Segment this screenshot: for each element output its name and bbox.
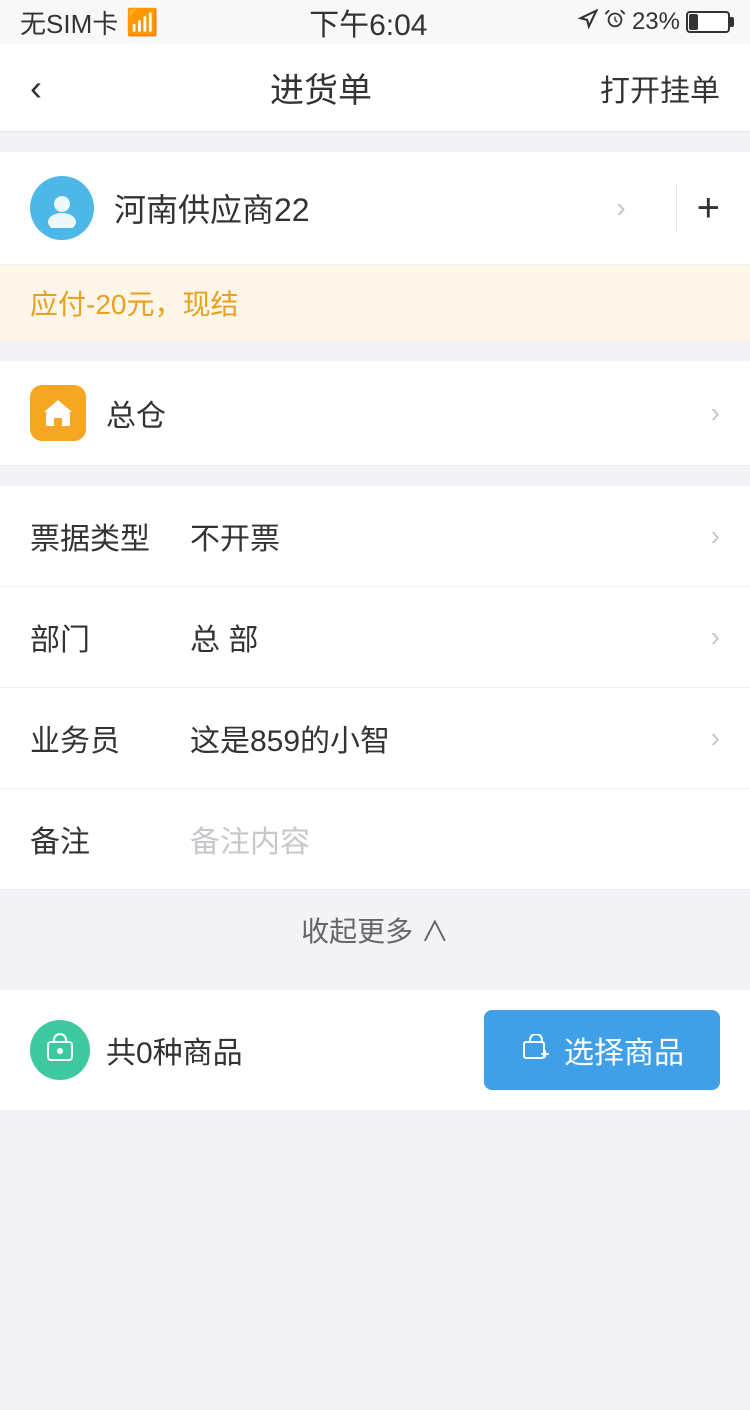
supplier-section: 河南供应商22 › + 应付-20元，现结 xyxy=(0,152,750,341)
select-product-label: 选择商品 xyxy=(564,1028,684,1072)
remark-row[interactable]: 备注 备注内容 xyxy=(0,789,750,890)
section-gap-3 xyxy=(0,466,750,486)
battery-percent: 23% xyxy=(632,8,680,36)
nav-bar: ‹ 进货单 打开挂单 xyxy=(0,44,750,132)
status-time: 下午6:04 xyxy=(309,0,427,44)
select-product-button[interactable]: 选择商品 xyxy=(484,1010,720,1090)
warehouse-icon xyxy=(30,385,86,441)
supplier-divider xyxy=(676,183,677,233)
department-row[interactable]: 部门 总 部 › xyxy=(0,587,750,688)
salesperson-chevron-icon: › xyxy=(711,722,720,754)
main-background xyxy=(0,1110,750,1410)
section-gap-1 xyxy=(0,132,750,152)
open-pending-button[interactable]: 打开挂单 xyxy=(600,66,720,110)
department-label: 部门 xyxy=(30,615,190,659)
warehouse-name: 总仓 xyxy=(106,391,701,435)
status-bar: 无SIM卡 📶 下午6:04 23% xyxy=(0,0,750,44)
bottom-bar: 共0种商品 选择商品 xyxy=(0,990,750,1110)
carrier-label: 无SIM卡 xyxy=(20,4,118,41)
alarm-icon xyxy=(604,8,626,37)
supplier-chevron-icon: › xyxy=(616,192,625,224)
salesperson-row[interactable]: 业务员 这是859的小智 › xyxy=(0,688,750,789)
battery-icon xyxy=(686,11,730,33)
warehouse-section: 总仓 › xyxy=(0,361,750,466)
section-gap-2 xyxy=(0,341,750,361)
salesperson-label: 业务员 xyxy=(30,716,190,760)
department-chevron-icon: › xyxy=(711,621,720,653)
invoice-type-value: 不开票 xyxy=(190,514,701,558)
salesperson-value: 这是859的小智 xyxy=(190,716,701,760)
collapse-bar[interactable]: 收起更多 ∧ xyxy=(0,890,750,970)
wifi-icon: 📶 xyxy=(126,7,158,38)
back-button[interactable]: ‹ xyxy=(30,67,42,109)
product-count-area: 共0种商品 xyxy=(30,1020,243,1080)
invoice-type-row[interactable]: 票据类型 不开票 › xyxy=(0,486,750,587)
supplier-row[interactable]: 河南供应商22 › + xyxy=(0,152,750,265)
invoice-type-chevron-icon: › xyxy=(711,520,720,552)
notice-bar: 应付-20元，现结 xyxy=(0,265,750,341)
form-section: 票据类型 不开票 › 部门 总 部 › 业务员 这是859的小智 › 备注 备注… xyxy=(0,486,750,890)
invoice-type-label: 票据类型 xyxy=(30,514,190,558)
department-value: 总 部 xyxy=(190,615,701,659)
location-icon xyxy=(578,8,598,36)
section-gap-4 xyxy=(0,970,750,990)
warehouse-chevron-icon: › xyxy=(711,397,720,429)
page-title: 进货单 xyxy=(270,63,372,112)
add-supplier-button[interactable]: + xyxy=(697,186,720,231)
status-right: 23% xyxy=(578,8,730,37)
remark-placeholder[interactable]: 备注内容 xyxy=(190,817,720,861)
product-count-text: 共0种商品 xyxy=(106,1028,243,1072)
remark-label: 备注 xyxy=(30,817,190,861)
warehouse-row[interactable]: 总仓 › xyxy=(0,361,750,466)
supplier-avatar xyxy=(30,176,94,240)
status-left: 无SIM卡 📶 xyxy=(20,4,159,41)
supplier-name: 河南供应商22 xyxy=(114,185,616,231)
product-count-icon xyxy=(30,1020,90,1080)
